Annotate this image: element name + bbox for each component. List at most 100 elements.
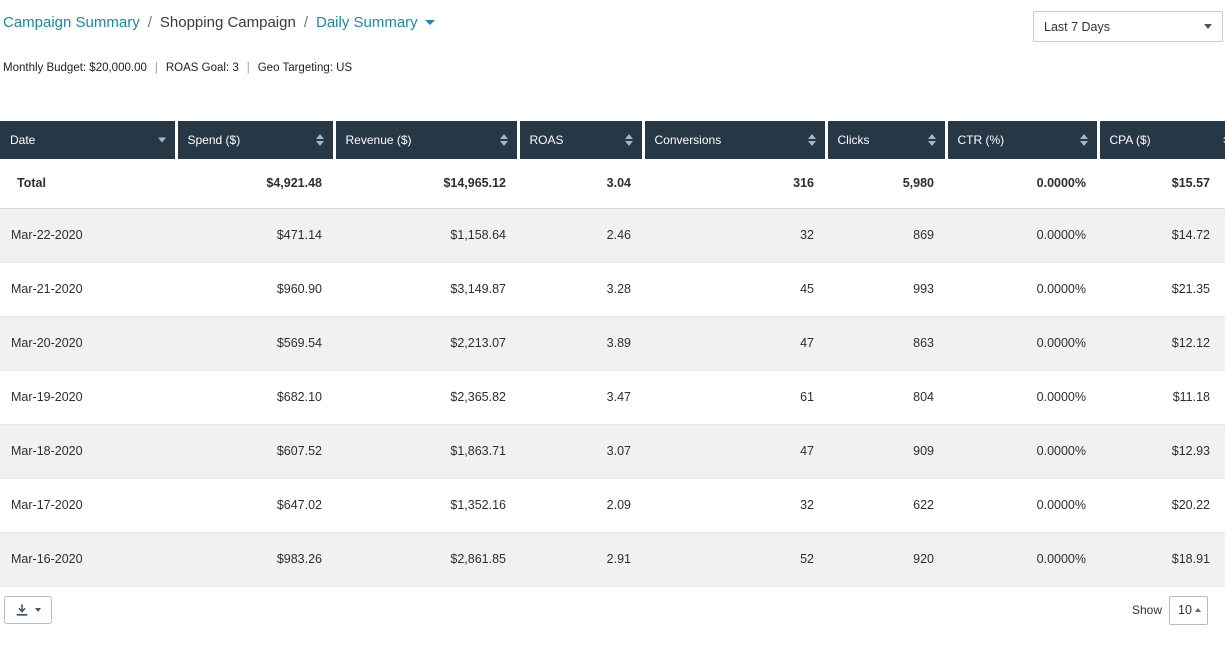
page-size-value: 10 [1178,603,1192,617]
table-row: Mar-19-2020 $682.10 $2,365.82 3.47 61 804 0.00… [0,370,1225,425]
cell-value: 622 [826,478,946,533]
chevron-down-icon [1204,24,1212,29]
cell-value: 0.0000% [946,316,1098,371]
cell-value: $12.12 [1098,316,1225,371]
cell-value: 47 [643,316,826,371]
cell-value: $682.10 [176,370,334,425]
meta-divider: | [246,62,250,74]
table-row: Mar-20-2020 $569.54 $2,213.07 3.89 47 863 0.00… [0,316,1225,371]
total-clicks: 5,980 [826,159,946,209]
top-bar: Campaign Summary / Shopping Campaign / D… [0,0,1225,42]
cell-value: 61 [643,370,826,425]
column-header-spend[interactable]: Spend ($) [176,121,336,159]
column-header-date[interactable]: Date [0,121,178,159]
date-range-value: Last 7 Days [1044,19,1111,34]
cell-value: 0.0000% [946,532,1098,587]
cell-value: 2.91 [518,532,643,587]
column-label: Clicks [837,133,870,147]
cell-value: $21.35 [1098,262,1225,317]
cell-date: Mar-17-2020 [0,478,176,533]
cell-value: 45 [643,262,826,317]
cell-value: $12.93 [1098,424,1225,479]
date-range-dropdown[interactable]: Last 7 Days [1033,11,1223,42]
chevron-down-icon [35,608,41,612]
table-header: Date Spend ($) Revenue ($) ROAS Conversi… [0,121,1225,159]
column-header-conversions[interactable]: Conversions [643,121,828,159]
breadcrumb-separator: / [303,14,308,31]
cell-value: $11.18 [1098,370,1225,425]
total-conversions: 316 [643,159,826,209]
table-row: Mar-16-2020 $983.26 $2,861.85 2.91 52 920 0.00… [0,532,1225,587]
column-label: Date [10,133,36,147]
cell-value: 869 [826,208,946,263]
total-body: Total $4,921.48 $14,965.12 3.04 316 5,98… [0,159,1225,209]
column-header-ctr[interactable]: CTR (%) [946,121,1100,159]
breadcrumb-campaign-name: Shopping Campaign [159,14,296,31]
table-footer: Show 10 [0,595,1225,625]
sort-both-icon [624,134,633,146]
cell-value: $18.91 [1098,532,1225,587]
cell-value: 0.0000% [946,478,1098,533]
column-label: Spend ($) [187,133,241,147]
cell-value: $983.26 [176,532,334,587]
cell-value: 32 [643,208,826,263]
show-label: Show [1131,603,1162,617]
cell-value: $14.72 [1098,208,1225,263]
cell-value: $3,149.87 [334,262,518,317]
column-header-cpa[interactable]: CPA ($) [1098,121,1225,159]
total-ctr: 0.0000% [946,159,1098,209]
cell-value: $1,158.64 [334,208,518,263]
cell-value: $1,863.71 [334,424,518,479]
page-size-selector[interactable]: 10 [1169,595,1208,625]
cell-value: 920 [826,532,946,587]
column-header-revenue[interactable]: Revenue ($) [334,121,520,159]
cell-value: 0.0000% [946,370,1098,425]
cell-value: 0.0000% [946,262,1098,317]
table-row: Mar-17-2020 $647.02 $1,352.16 2.09 32 622 0.00… [0,478,1225,533]
page-size-control: Show 10 [1131,595,1208,625]
cell-value: 3.07 [518,424,643,479]
total-spend: $4,921.48 [176,159,334,209]
cell-value: 804 [826,370,946,425]
table-row: Mar-22-2020 $471.14 $1,158.64 2.46 32 869 0.00… [0,208,1225,263]
cell-value: 3.47 [518,370,643,425]
cell-value: 0.0000% [946,424,1098,479]
column-label: CTR (%) [957,133,1005,147]
breadcrumb: Campaign Summary / Shopping Campaign / D… [3,11,435,31]
cell-value: 863 [826,316,946,371]
sort-both-icon [499,134,508,146]
sort-both-icon [1079,134,1088,146]
total-roas: 3.04 [518,159,643,209]
cell-value: $471.14 [176,208,334,263]
sort-desc-icon [157,137,166,143]
geo-targeting-text: Geo Targeting: US [257,62,353,74]
daily-summary-table: Date Spend ($) Revenue ($) ROAS Conversi… [0,121,1225,587]
column-header-clicks[interactable]: Clicks [826,121,948,159]
cell-value: 47 [643,424,826,479]
column-label: ROAS [529,133,564,147]
total-label: Total [0,159,176,209]
cell-value: $569.54 [176,316,334,371]
download-button[interactable] [4,596,52,624]
total-row: Total $4,921.48 $14,965.12 3.04 316 5,98… [0,159,1225,209]
breadcrumb-view-dropdown[interactable]: Daily Summary [316,14,435,31]
cell-value: $2,861.85 [334,532,518,587]
cell-value: 2.46 [518,208,643,263]
total-cpa: $15.57 [1098,159,1225,209]
column-label: Conversions [654,133,722,147]
table-row: Mar-21-2020 $960.90 $3,149.87 3.28 45 993 0.00… [0,262,1225,317]
table-row: Mar-18-2020 $607.52 $1,863.71 3.07 47 909 0.00… [0,424,1225,479]
cell-value: 0.0000% [946,208,1098,263]
cell-value: $2,365.82 [334,370,518,425]
chevron-down-icon [424,20,435,25]
breadcrumb-campaign-summary-link[interactable]: Campaign Summary [3,14,140,31]
download-icon [16,604,28,616]
breadcrumb-separator: / [147,14,152,31]
table-body: Mar-22-2020 $471.14 $1,158.64 2.46 32 869 0.00… [0,208,1225,587]
monthly-budget-text: Monthly Budget: $20,000.00 [3,62,147,74]
campaign-meta-line: Monthly Budget: $20,000.00 | ROAS Goal: … [0,42,1225,74]
cell-date: Mar-16-2020 [0,532,176,587]
column-label: Revenue ($) [345,133,412,147]
cell-value: $647.02 [176,478,334,533]
column-header-roas[interactable]: ROAS [518,121,645,159]
